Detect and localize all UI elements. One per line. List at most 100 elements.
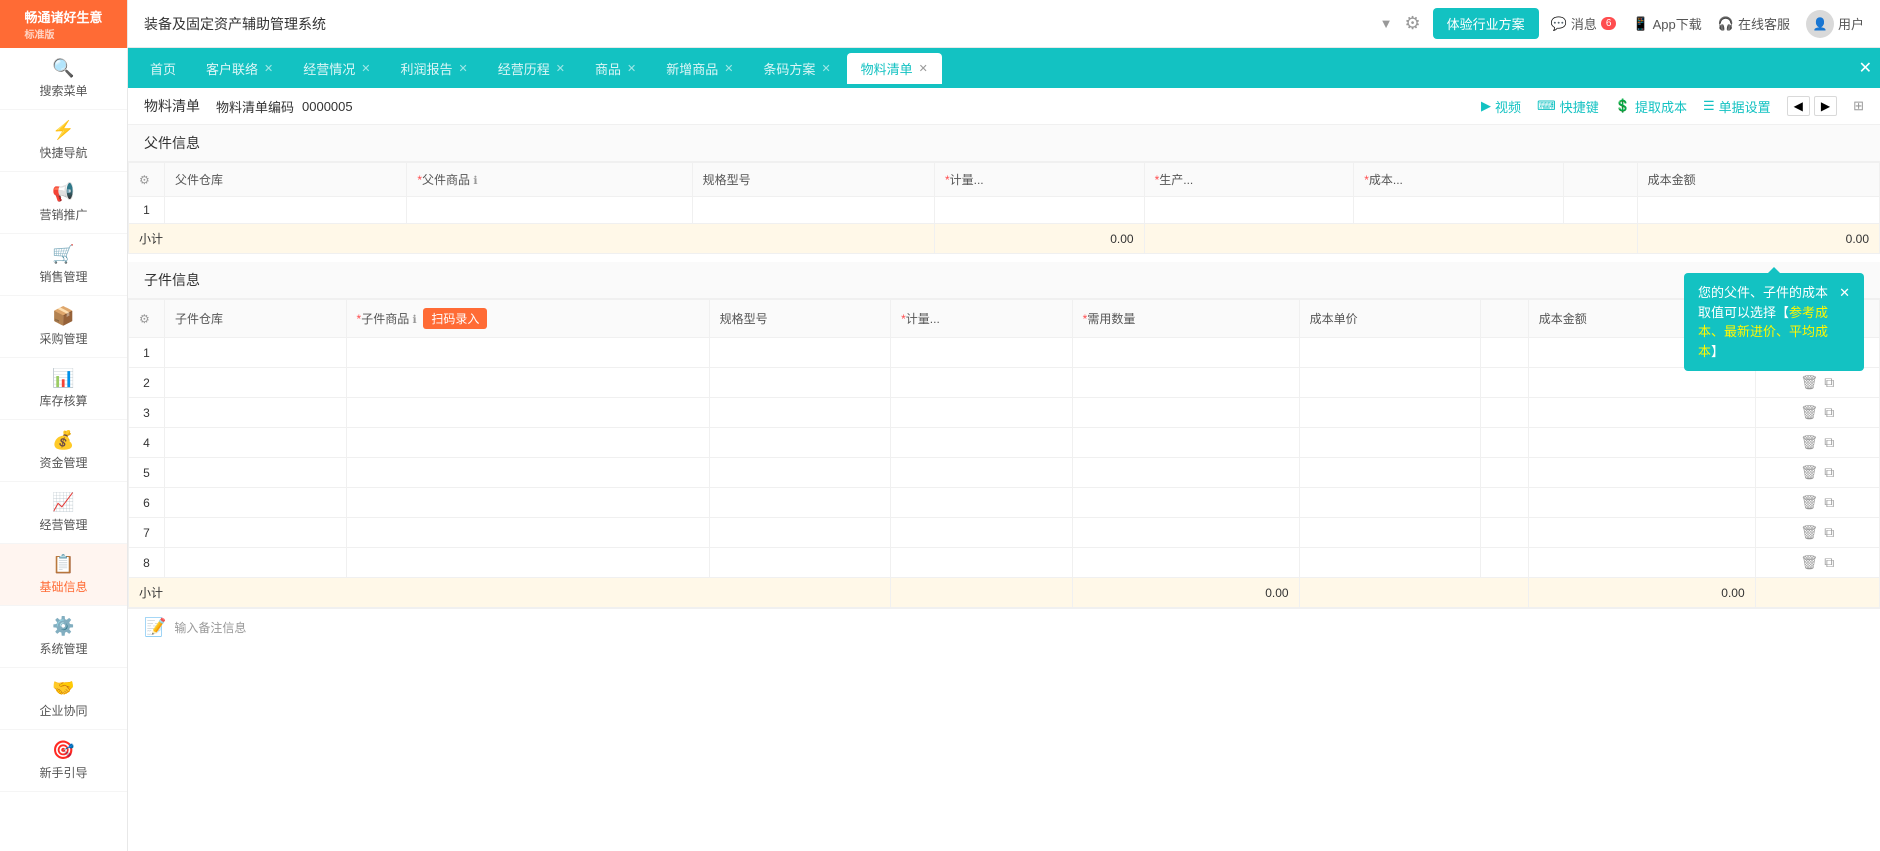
nav-tab-0[interactable]: 首页 [136,53,190,84]
child-spec-4[interactable] [709,428,891,458]
child-spec-6[interactable] [709,488,891,518]
child-warehouse-5[interactable] [165,458,347,488]
child-warehouse-4[interactable] [165,428,347,458]
delete-icon-5[interactable]: 🗑 [1800,464,1818,481]
view-btn[interactable]: ▶ 视频 [1481,97,1521,116]
child-product-7[interactable] [346,518,709,548]
add-row-icon[interactable]: 📝 [144,617,166,638]
child-product-1[interactable] [346,338,709,368]
sidebar-item-2[interactable]: 📢营销推广 [0,172,127,234]
nav-tab-4[interactable]: 经营历程✕ [484,53,579,84]
child-qty-1[interactable] [1072,338,1299,368]
parent-product-1[interactable] [407,197,692,224]
child-price-7[interactable] [1299,518,1481,548]
dropdown-icon[interactable]: ▼ [1380,16,1393,31]
delete-icon-7[interactable]: 🗑 [1800,524,1818,541]
copy-icon-2[interactable]: ⧉ [1824,374,1834,391]
child-qty-5[interactable] [1072,458,1299,488]
child-unit-6[interactable] [891,488,1073,518]
child-warehouse-3[interactable] [165,398,347,428]
copy-icon-4[interactable]: ⧉ [1824,434,1834,451]
nav-tab-close-5[interactable]: ✕ [627,62,636,75]
parent-production-1[interactable] [1144,197,1354,224]
child-unit-1[interactable] [891,338,1073,368]
parent-spec-1[interactable] [692,197,934,224]
child-unit-2[interactable] [891,368,1073,398]
nav-tab-close-2[interactable]: ✕ [361,62,370,75]
nav-tab-8[interactable]: 物料清单✕ [847,53,942,84]
child-warehouse-7[interactable] [165,518,347,548]
copy-icon-5[interactable]: ⧉ [1824,464,1834,481]
child-unit-3[interactable] [891,398,1073,428]
child-warehouse-2[interactable] [165,368,347,398]
parent-col-settings[interactable]: ⚙ [129,163,165,197]
delete-icon-6[interactable]: 🗑 [1800,494,1818,511]
child-qty-2[interactable] [1072,368,1299,398]
delete-icon-8[interactable]: 🗑 [1800,554,1818,571]
child-price-3[interactable] [1299,398,1481,428]
child-product-6[interactable] [346,488,709,518]
copy-icon-6[interactable]: ⧉ [1824,494,1834,511]
tooltip-close-btn[interactable]: ✕ [1839,283,1850,303]
nav-tab-close-3[interactable]: ✕ [459,62,468,75]
nav-tab-close-7[interactable]: ✕ [821,62,830,75]
child-spec-1[interactable] [709,338,891,368]
sidebar-item-4[interactable]: 📦采购管理 [0,296,127,358]
child-spec-3[interactable] [709,398,891,428]
nav-tab-3[interactable]: 利润报告✕ [386,53,481,84]
prev-btn[interactable]: ◀ [1787,96,1810,116]
sidebar-item-7[interactable]: 📈经营管理 [0,482,127,544]
parent-warehouse-1[interactable] [165,197,407,224]
child-warehouse-8[interactable] [165,548,347,578]
nav-tab-6[interactable]: 新增商品✕ [652,53,747,84]
parent-cost-1[interactable] [1354,197,1564,224]
sidebar-item-1[interactable]: ⚡快捷导航 [0,110,127,172]
child-qty-3[interactable] [1072,398,1299,428]
settings-icon[interactable]: ⚙ [1405,13,1421,34]
copy-icon-8[interactable]: ⧉ [1824,554,1834,571]
child-qty-6[interactable] [1072,488,1299,518]
nav-tab-1[interactable]: 客户联络✕ [192,53,287,84]
sidebar-item-8[interactable]: 📋基础信息 [0,544,127,606]
child-unit-4[interactable] [891,428,1073,458]
experience-btn[interactable]: 体验行业方案 [1433,8,1539,39]
sidebar-item-9[interactable]: ⚙️系统管理 [0,606,127,668]
nav-tab-close-1[interactable]: ✕ [264,62,273,75]
nav-tab-2[interactable]: 经营情况✕ [289,53,384,84]
delete-icon-3[interactable]: 🗑 [1800,404,1818,421]
online-service-btn[interactable]: 🎧 在线客服 [1718,14,1790,33]
next-btn[interactable]: ▶ [1814,96,1837,116]
child-price-4[interactable] [1299,428,1481,458]
child-price-6[interactable] [1299,488,1481,518]
message-btn[interactable]: 💬 消息 6 [1551,14,1617,33]
nav-tab-close-6[interactable]: ✕ [724,62,733,75]
child-spec-5[interactable] [709,458,891,488]
delete-icon-4[interactable]: 🗑 [1800,434,1818,451]
parent-unit-1[interactable] [934,197,1144,224]
extract-cost-btn[interactable]: 💲 提取成本 [1615,97,1687,116]
scan-btn[interactable]: 扫码录入 [423,308,487,329]
child-price-5[interactable] [1299,458,1481,488]
nav-tab-close-4[interactable]: ✕ [556,62,565,75]
child-spec-8[interactable] [709,548,891,578]
sidebar-item-5[interactable]: 📊库存核算 [0,358,127,420]
sidebar-item-0[interactable]: 🔍搜索菜单 [0,48,127,110]
child-unit-7[interactable] [891,518,1073,548]
child-price-1[interactable] [1299,338,1481,368]
child-product-5[interactable] [346,458,709,488]
app-download-btn[interactable]: 📱 App下载 [1632,14,1701,33]
delete-icon-2[interactable]: 🗑 [1800,374,1818,391]
child-product-3[interactable] [346,398,709,428]
child-price-2[interactable] [1299,368,1481,398]
child-product-2[interactable] [346,368,709,398]
sidebar-item-11[interactable]: 🎯新手引导 [0,730,127,792]
sidebar-item-10[interactable]: 🤝企业协同 [0,668,127,730]
child-spec-2[interactable] [709,368,891,398]
user-avatar-btn[interactable]: 👤 用户 [1806,10,1864,38]
child-qty-7[interactable] [1072,518,1299,548]
child-unit-8[interactable] [891,548,1073,578]
child-qty-8[interactable] [1072,548,1299,578]
sidebar-item-3[interactable]: 🛒销售管理 [0,234,127,296]
child-warehouse-1[interactable] [165,338,347,368]
child-qty-4[interactable] [1072,428,1299,458]
